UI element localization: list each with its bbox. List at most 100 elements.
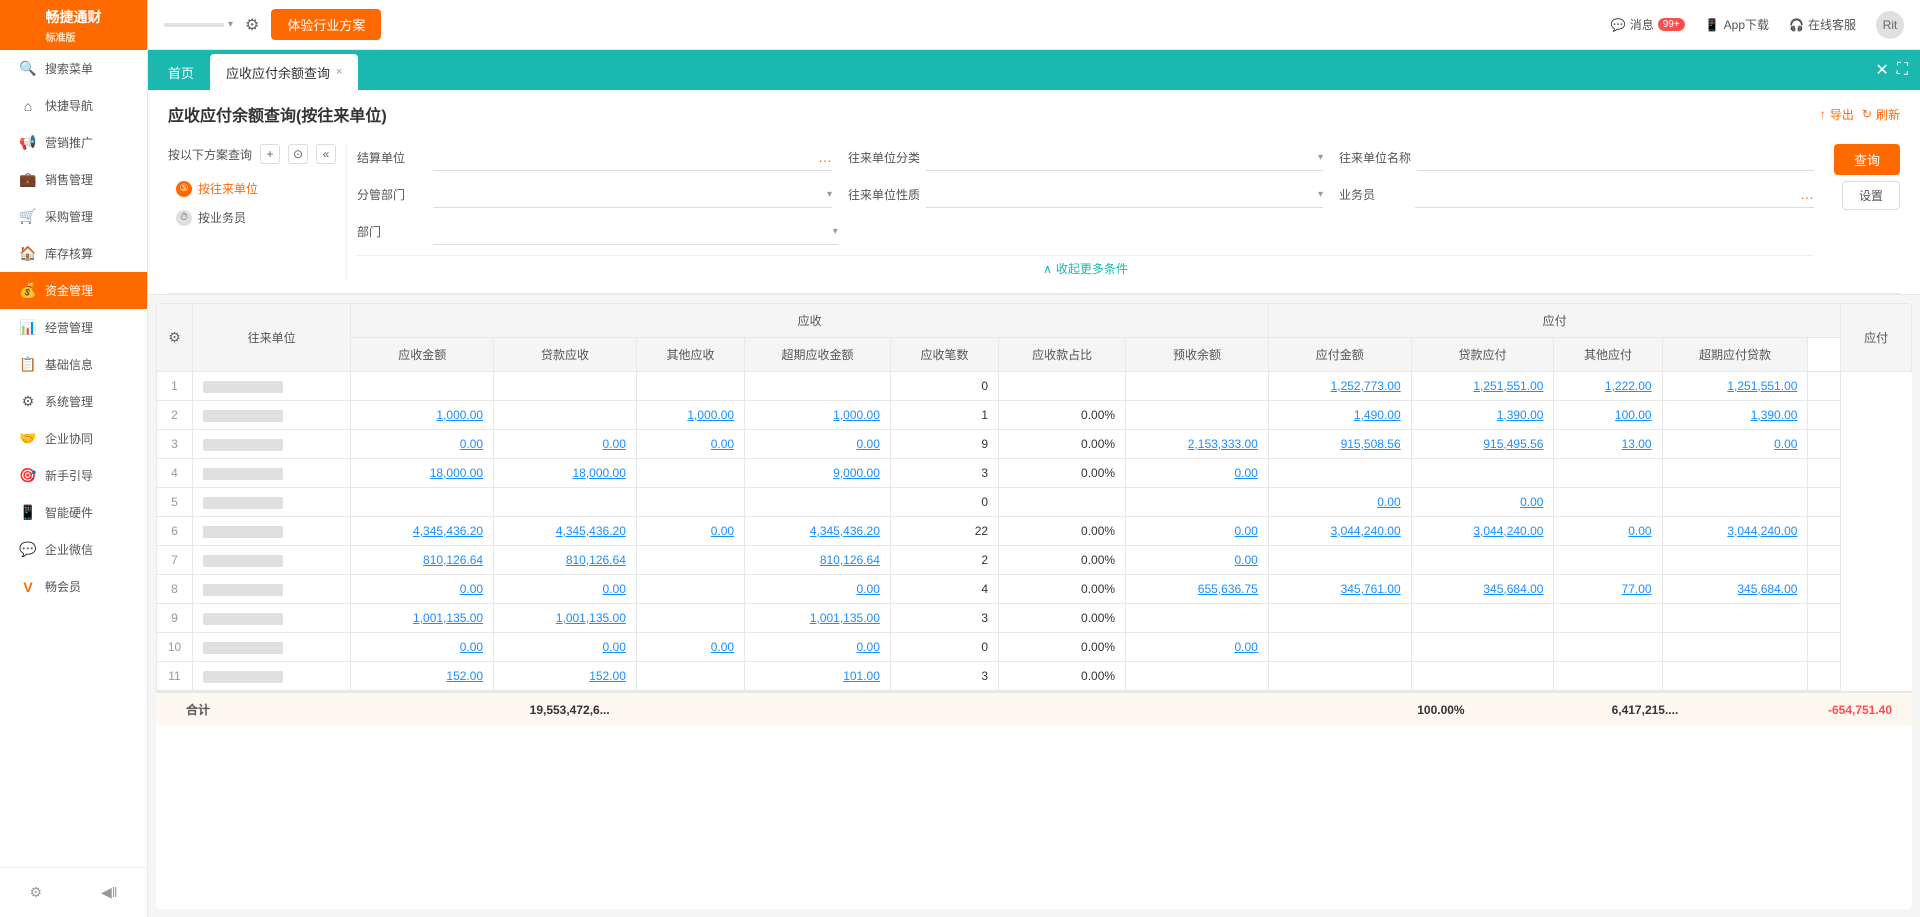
table-cell[interactable]: 1,252,773.00 (1268, 372, 1411, 401)
table-cell[interactable]: 2,153,333.00 (1126, 430, 1269, 459)
sidebar-collapse-btn[interactable]: ◀‖ (95, 878, 124, 907)
table-cell[interactable]: 0.00 (1126, 633, 1269, 662)
table-cell[interactable]: 0.00 (494, 633, 637, 662)
table-cell[interactable]: 1,001,135.00 (494, 604, 637, 633)
table-cell[interactable]: 0.00 (745, 575, 891, 604)
table-cell[interactable]: 0.00 (1268, 488, 1411, 517)
unit-name-input[interactable] (1417, 146, 1814, 168)
table-cell[interactable]: 0.00 (1411, 488, 1554, 517)
sidebar-item-collab[interactable]: 🤝 企业协同 (0, 420, 147, 457)
table-cell[interactable]: 915,508.56 (1268, 430, 1411, 459)
table-cell[interactable]: 1,390.00 (1411, 401, 1554, 430)
tab-fullscreen-btn[interactable]: ⛶ (1897, 61, 1908, 79)
sidebar-item-system[interactable]: ⚙ 系统管理 (0, 383, 147, 420)
table-cell[interactable]: 13.00 (1554, 430, 1662, 459)
jiesuan-unit-input-wrap[interactable]: … (433, 144, 832, 171)
dept-managed-arrow[interactable]: ▾ (827, 189, 832, 200)
staff-input[interactable] (1415, 183, 1800, 205)
table-cell[interactable]: 101.00 (745, 662, 891, 691)
table-cell[interactable]: 1,000.00 (636, 401, 744, 430)
messages-item[interactable]: 💬 消息 99+ (1611, 16, 1685, 33)
sidebar-item-inventory[interactable]: 🏠 库存核算 (0, 235, 147, 272)
table-cell[interactable]: 0.00 (351, 575, 494, 604)
unit-nature-input[interactable] (926, 183, 1318, 205)
table-cell[interactable]: 0.00 (351, 430, 494, 459)
header-gear-icon[interactable]: ⚙ (245, 15, 259, 35)
sidebar-item-finance[interactable]: 💰 资金管理 (0, 272, 147, 309)
table-cell[interactable]: 0.00 (1126, 517, 1269, 546)
table-cell[interactable]: 1,390.00 (1662, 401, 1808, 430)
unit-category-arrow[interactable]: ▾ (1318, 152, 1323, 163)
table-cell[interactable]: 3,044,240.00 (1662, 517, 1808, 546)
table-cell[interactable]: 0.00 (351, 633, 494, 662)
table-cell[interactable]: 77.00 (1554, 575, 1662, 604)
table-cell[interactable]: 1,000.00 (745, 401, 891, 430)
unit-category-input[interactable] (926, 146, 1318, 168)
table-cell[interactable]: 0.00 (494, 575, 637, 604)
table-cell[interactable]: 1,222.00 (1554, 372, 1662, 401)
tab-close-icon[interactable]: × (336, 66, 342, 78)
app-download-item[interactable]: 📱 App下载 (1705, 16, 1769, 33)
online-service-item[interactable]: 🎧 在线客服 (1789, 16, 1856, 33)
scheme-by-unit[interactable]: ⑤ 按往来单位 (168, 176, 336, 201)
table-cell[interactable]: 4,345,436.20 (351, 517, 494, 546)
dept-managed-input[interactable] (433, 183, 827, 205)
table-settings-icon[interactable]: ⚙ (168, 329, 181, 345)
table-cell[interactable]: 4,345,436.20 (494, 517, 637, 546)
table-cell[interactable]: 810,126.64 (351, 546, 494, 575)
col-settings[interactable]: ⚙ (157, 304, 193, 372)
sidebar-item-vip[interactable]: V 畅会员 (0, 568, 147, 605)
sidebar-settings-btn[interactable]: ⚙ (23, 878, 48, 907)
tab-receivable[interactable]: 应收应付余额查询 × (210, 54, 358, 90)
table-cell[interactable]: 4,345,436.20 (745, 517, 891, 546)
tab-close-all-btn[interactable]: ✕ (1875, 60, 1888, 80)
table-cell[interactable]: 0.00 (1126, 459, 1269, 488)
unit-nature-arrow[interactable]: ▾ (1318, 189, 1323, 200)
table-wrapper[interactable]: ⚙ 往来单位 应收 应付 应付 应收金额 贷款应收 其他应收 超期应收金额 应收… (156, 303, 1912, 691)
table-cell[interactable]: 0.00 (1662, 430, 1808, 459)
table-cell[interactable]: 152.00 (351, 662, 494, 691)
query-button[interactable]: 查询 (1834, 144, 1900, 175)
table-cell[interactable]: 0.00 (636, 430, 744, 459)
user-avatar[interactable]: Rit (1876, 11, 1904, 39)
table-cell[interactable]: 0.00 (745, 430, 891, 459)
table-cell[interactable]: 0.00 (745, 633, 891, 662)
jiesuan-unit-input[interactable] (433, 146, 818, 168)
header-dropdown-arrow[interactable]: ▾ (228, 19, 233, 30)
table-cell[interactable]: 100.00 (1554, 401, 1662, 430)
sidebar-item-purchase[interactable]: 🛒 采购管理 (0, 198, 147, 235)
sidebar-item-quicknav[interactable]: ⌂ 快捷导航 (0, 87, 147, 124)
scheme-by-staff[interactable]: ⏱ 按业务员 (168, 205, 336, 230)
table-cell[interactable]: 1,001,135.00 (351, 604, 494, 633)
dept-arrow[interactable]: ▾ (833, 226, 838, 237)
sidebar-item-marketing[interactable]: 📢 营销推广 (0, 124, 147, 161)
table-cell[interactable]: 18,000.00 (494, 459, 637, 488)
table-cell[interactable]: 1,490.00 (1268, 401, 1411, 430)
table-cell[interactable]: 18,000.00 (351, 459, 494, 488)
staff-dots[interactable]: … (1800, 186, 1814, 202)
trial-button[interactable]: 体验行业方案 (271, 9, 381, 40)
table-cell[interactable]: 1,251,551.00 (1411, 372, 1554, 401)
edit-scheme-btn[interactable]: ⊙ (288, 144, 308, 164)
table-cell[interactable]: 915,495.56 (1411, 430, 1554, 459)
table-cell[interactable]: 345,761.00 (1268, 575, 1411, 604)
table-cell[interactable]: 0.00 (636, 633, 744, 662)
table-cell[interactable]: 1,001,135.00 (745, 604, 891, 633)
table-cell[interactable]: 345,684.00 (1411, 575, 1554, 604)
dept-input[interactable] (433, 220, 833, 242)
sidebar-item-hardware[interactable]: 📱 智能硬件 (0, 494, 147, 531)
table-cell[interactable]: 3,044,240.00 (1411, 517, 1554, 546)
sidebar-item-sales[interactable]: 💼 销售管理 (0, 161, 147, 198)
table-cell[interactable]: 3,044,240.00 (1268, 517, 1411, 546)
table-cell[interactable]: 655,636.75 (1126, 575, 1269, 604)
add-scheme-btn[interactable]: + (260, 144, 280, 164)
export-button[interactable]: ↑ 导出 (1820, 106, 1854, 123)
table-cell[interactable]: 1,000.00 (351, 401, 494, 430)
sidebar-item-ops[interactable]: 📊 经营管理 (0, 309, 147, 346)
table-cell[interactable]: 810,126.64 (745, 546, 891, 575)
collapse-more-btn[interactable]: ∧ 收起更多条件 (357, 255, 1814, 281)
table-cell[interactable]: 9,000.00 (745, 459, 891, 488)
table-cell[interactable]: 810,126.64 (494, 546, 637, 575)
table-cell[interactable]: 0.00 (494, 430, 637, 459)
table-cell[interactable]: 345,684.00 (1662, 575, 1808, 604)
